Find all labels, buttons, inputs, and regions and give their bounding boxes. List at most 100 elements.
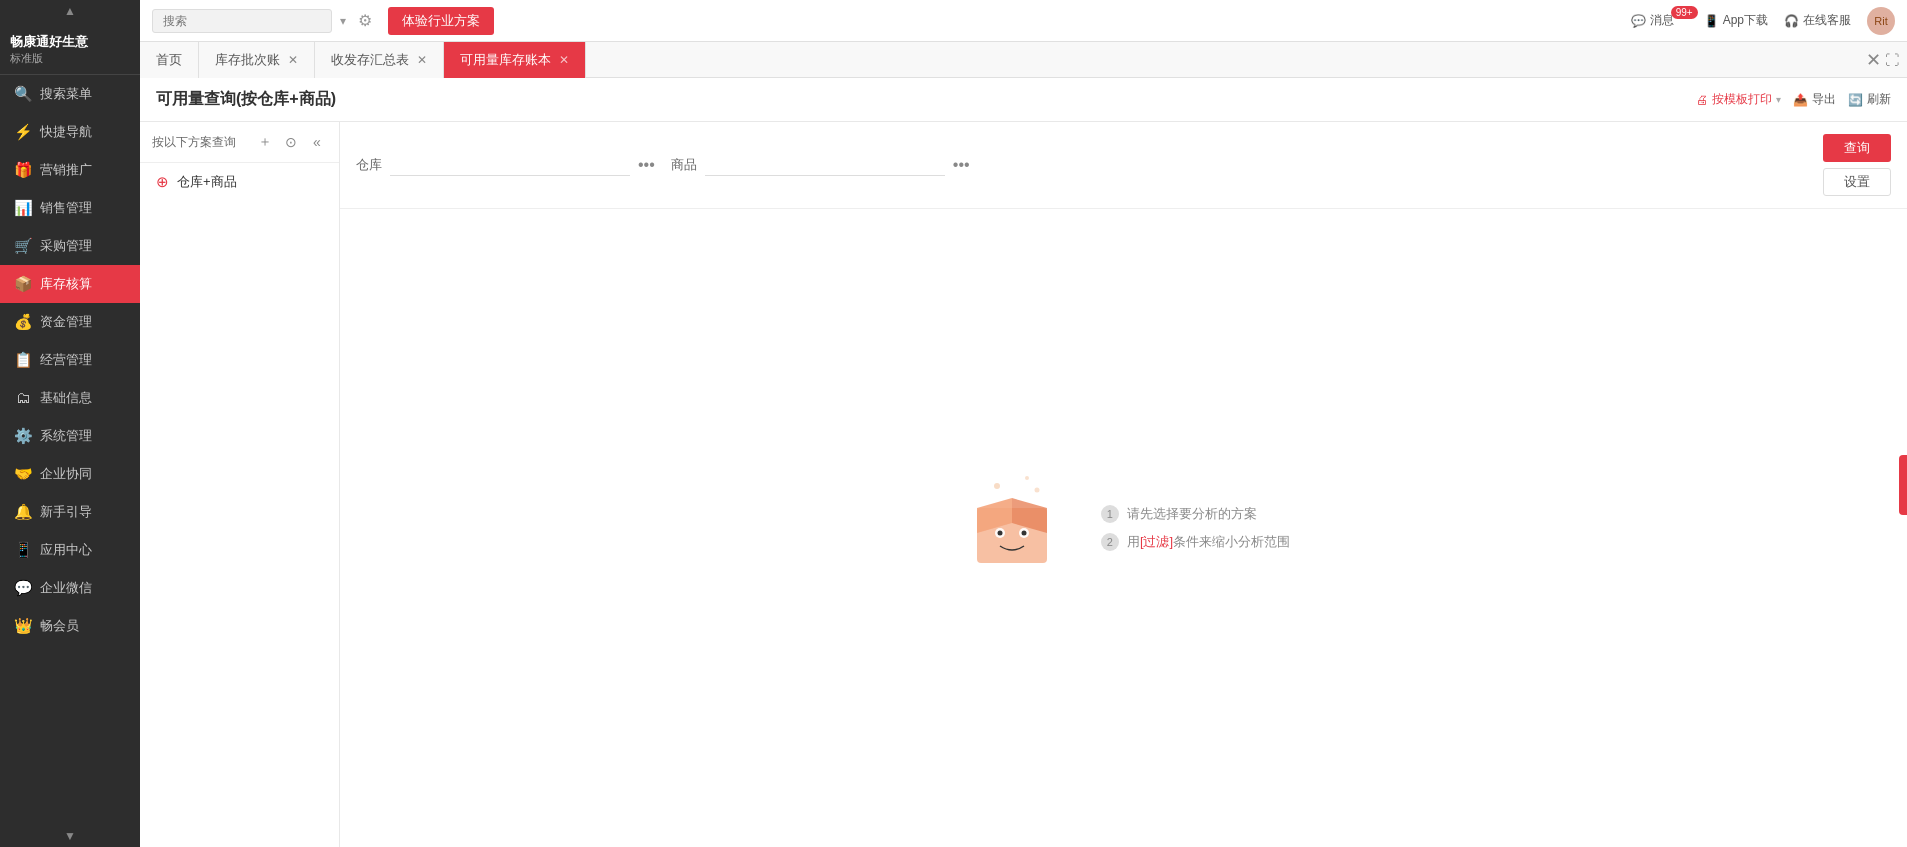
print-chevron-icon[interactable]: ▾: [1776, 94, 1781, 105]
warehouse-filter-more-icon[interactable]: •••: [638, 156, 655, 174]
sidebar-scroll-down[interactable]: ▼: [0, 825, 140, 847]
sidebar-item-label: 营销推广: [40, 161, 92, 179]
tab-home[interactable]: 首页: [140, 42, 199, 78]
scroll-up-icon[interactable]: ▲: [64, 4, 76, 18]
sidebar-item-purchase[interactable]: 🛒 采购管理: [0, 227, 140, 265]
operation-icon: 📋: [14, 351, 32, 369]
step-1-label: 请先选择要分析的方案: [1127, 505, 1257, 523]
msg-label: 消息: [1650, 12, 1674, 29]
gear-icon[interactable]: ⚙: [358, 11, 372, 30]
sidebar-item-app[interactable]: 📱 应用中心: [0, 531, 140, 569]
sidebar-item-guide[interactable]: 🔔 新手引导: [0, 493, 140, 531]
sidebar-item-label: 快捷导航: [40, 123, 92, 141]
scheme-settings-icon[interactable]: ⊙: [281, 132, 301, 152]
print-label: 按模板打印: [1712, 91, 1772, 108]
export-icon: 📤: [1793, 93, 1808, 107]
step-2-label: 用[过滤]条件来缩小分析范围: [1127, 533, 1290, 551]
collapse-panel-icon[interactable]: «: [307, 132, 327, 152]
sidebar-item-wechat[interactable]: 💬 企业微信: [0, 569, 140, 607]
scroll-down-icon[interactable]: ▼: [64, 829, 76, 843]
sidebar-item-finance[interactable]: 💰 资金管理: [0, 303, 140, 341]
refresh-button[interactable]: 🔄 刷新: [1848, 91, 1891, 108]
filter-row: 仓库 ••• 商品 ••• 查询 设置: [340, 122, 1907, 209]
sidebar-item-shortcut[interactable]: ⚡ 快捷导航: [0, 113, 140, 151]
tab-receive-label: 收发存汇总表: [331, 51, 409, 69]
tab-available-label: 可用量库存账本: [460, 51, 551, 69]
expand-icon[interactable]: ⛶: [1885, 52, 1899, 68]
warehouse-filter-group: 仓库 •••: [356, 154, 655, 176]
tab-batch[interactable]: 库存批次账 ✕: [199, 42, 315, 78]
guide-icon: 🔔: [14, 503, 32, 521]
topbar: ▾ ⚙ 体验行业方案 💬 消息 99+ 📱 App下载 🎧 在线客服 Rit: [140, 0, 1907, 42]
topbar-right: 💬 消息 99+ 📱 App下载 🎧 在线客服 Rit: [1631, 7, 1895, 35]
main-content: ▾ ⚙ 体验行业方案 💬 消息 99+ 📱 App下载 🎧 在线客服 Rit: [140, 0, 1907, 847]
wechat-icon: 💬: [14, 579, 32, 597]
sidebar-item-label: 采购管理: [40, 237, 92, 255]
enterprise-icon: 🤝: [14, 465, 32, 483]
warehouse-filter-input[interactable]: [390, 154, 630, 176]
user-menu[interactable]: Rit: [1867, 7, 1895, 35]
scheme-item-warehouse-product[interactable]: ⊕ 仓库+商品: [140, 163, 339, 201]
add-scheme-button[interactable]: ＋: [255, 132, 275, 152]
sidebar-item-member[interactable]: 👑 畅会员: [0, 607, 140, 645]
empty-illustration: [957, 468, 1077, 588]
sidebar-item-basic[interactable]: 🗂 基础信息: [0, 379, 140, 417]
product-filter-more-icon[interactable]: •••: [953, 156, 970, 174]
sidebar-item-inventory[interactable]: 📦 库存核算: [0, 265, 140, 303]
right-scrollbar[interactable]: [1899, 455, 1907, 515]
export-button[interactable]: 📤 导出: [1793, 91, 1836, 108]
sidebar-item-label: 企业微信: [40, 579, 92, 597]
tab-available-close-icon[interactable]: ✕: [559, 53, 569, 67]
sidebar-scroll-up[interactable]: ▲: [0, 0, 140, 22]
tab-receive[interactable]: 收发存汇总表 ✕: [315, 42, 444, 78]
app-download-btn[interactable]: 📱 App下载: [1704, 12, 1768, 29]
sidebar-item-sales[interactable]: 📊 销售管理: [0, 189, 140, 227]
sidebar-item-search[interactable]: 🔍 搜索菜单: [0, 75, 140, 113]
sidebar-item-label: 畅会员: [40, 617, 79, 635]
product-filter-input[interactable]: [705, 154, 945, 176]
query-button[interactable]: 查询: [1823, 134, 1891, 162]
service-btn[interactable]: 🎧 在线客服: [1784, 12, 1851, 29]
sidebar-item-label: 系统管理: [40, 427, 92, 445]
app-icon: 📱: [1704, 14, 1719, 28]
msg-btn[interactable]: 💬 消息 99+: [1631, 12, 1688, 29]
filter-highlight: [过滤]: [1140, 534, 1173, 549]
close-all-tabs-button[interactable]: ✕: [1866, 49, 1881, 71]
tab-available[interactable]: 可用量库存账本 ✕: [444, 42, 586, 78]
tab-receive-close-icon[interactable]: ✕: [417, 53, 427, 67]
service-icon: 🎧: [1784, 14, 1799, 28]
tab-batch-close-icon[interactable]: ✕: [288, 53, 298, 67]
sidebar-item-marketing[interactable]: 🎁 营销推广: [0, 151, 140, 189]
print-icon: 🖨: [1696, 93, 1708, 107]
tabs-bar: 首页 库存批次账 ✕ 收发存汇总表 ✕ 可用量库存账本 ✕ ✕ ⛶: [140, 42, 1907, 78]
shortcut-icon: ⚡: [14, 123, 32, 141]
warehouse-filter-label: 仓库: [356, 156, 382, 174]
empty-step-1: 1 请先选择要分析的方案: [1101, 505, 1290, 523]
avatar: Rit: [1867, 7, 1895, 35]
search-icon: 🔍: [14, 85, 32, 103]
tabs-actions: ✕ ⛶: [1866, 49, 1907, 71]
tab-home-label: 首页: [156, 51, 182, 69]
sidebar-item-label: 库存核算: [40, 275, 92, 293]
app-subtitle: 标准版: [10, 51, 130, 66]
product-filter-label: 商品: [671, 156, 697, 174]
app-title: 畅康通好生意: [10, 34, 130, 51]
topbar-search-input[interactable]: [152, 9, 332, 33]
app-center-icon: 📱: [14, 541, 32, 559]
industry-btn[interactable]: 体验行业方案: [388, 7, 494, 35]
purchase-icon: 🛒: [14, 237, 32, 255]
scheme-item-label: 仓库+商品: [177, 173, 237, 191]
sidebar-item-operation[interactable]: 📋 经营管理: [0, 341, 140, 379]
print-button[interactable]: 🖨 按模板打印 ▾: [1696, 91, 1781, 108]
setting-button[interactable]: 设置: [1823, 168, 1891, 196]
msg-icon: 💬: [1631, 14, 1646, 28]
chevron-down-icon[interactable]: ▾: [340, 14, 346, 28]
sidebar-item-system[interactable]: ⚙️ 系统管理: [0, 417, 140, 455]
sidebar: ▲ 畅康通好生意 标准版 🔍 搜索菜单 ⚡ 快捷导航 🎁 营销推广 📊 销售管理…: [0, 0, 140, 847]
member-icon: 👑: [14, 617, 32, 635]
sidebar-item-enterprise[interactable]: 🤝 企业协同: [0, 455, 140, 493]
empty-step-2: 2 用[过滤]条件来缩小分析范围: [1101, 533, 1290, 551]
sidebar-item-label: 搜索菜单: [40, 85, 92, 103]
content-area: 按以下方案查询 ＋ ⊙ « ⊕ 仓库+商品 仓库 •••: [140, 122, 1907, 847]
left-panel-title: 按以下方案查询: [152, 134, 236, 151]
